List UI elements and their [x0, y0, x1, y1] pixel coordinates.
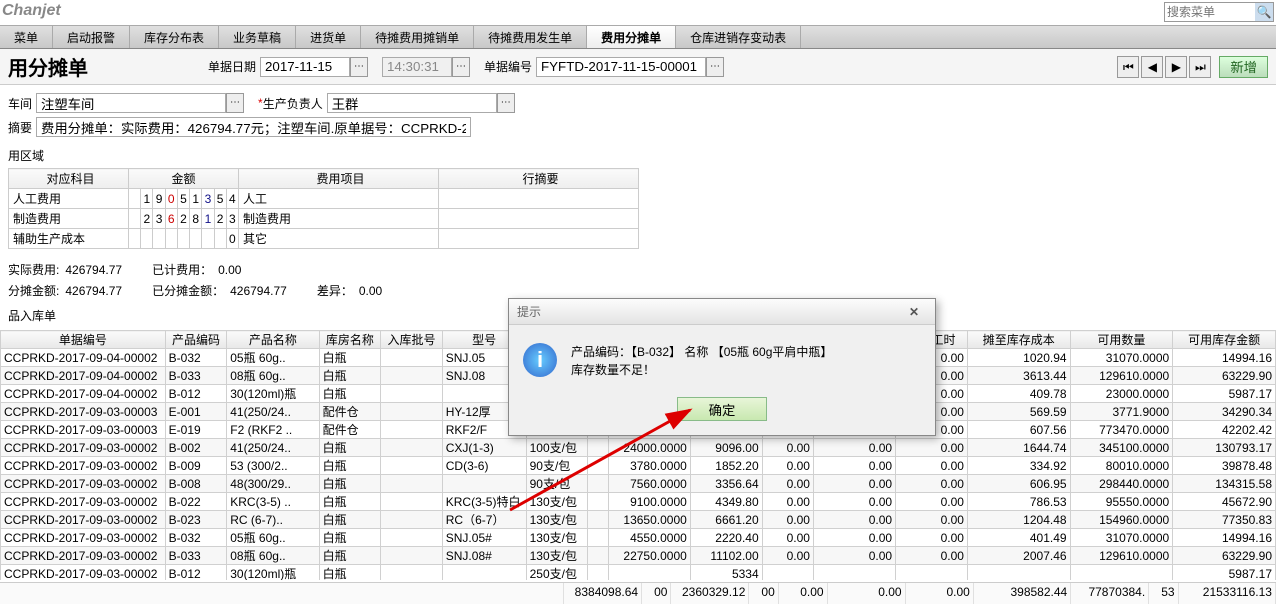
tab-3[interactable]: 业务草稿: [219, 26, 296, 48]
table-row[interactable]: CCPRKD-2017-09-03-00002B-03205瓶 60g..白瓶S…: [1, 529, 1276, 547]
dialog-close-button[interactable]: ✕: [901, 305, 927, 319]
section-fee-area: 用区域: [8, 147, 1268, 164]
code-picker-button[interactable]: ⋯: [706, 57, 724, 77]
table-row[interactable]: CCPRKD-2017-09-03-00002B-03308瓶 60g..白瓶S…: [1, 547, 1276, 565]
search-input[interactable]: [1165, 3, 1255, 21]
time-input: [382, 57, 452, 77]
info-icon: i: [523, 343, 557, 377]
tab-7[interactable]: 费用分摊单: [587, 26, 676, 48]
footer-cell: 00: [642, 583, 671, 604]
label-diff: 差异：: [317, 284, 353, 298]
nav-first-button[interactable]: ⏮: [1117, 56, 1139, 78]
footer-cell: 0.00: [779, 583, 828, 604]
nav-last-button[interactable]: ⏭: [1189, 56, 1211, 78]
fee-row[interactable]: 辅助生产成本0其它: [9, 229, 639, 249]
footer-cell: 53: [1149, 583, 1178, 604]
search-box[interactable]: 🔍: [1164, 2, 1274, 22]
label-date: 单据日期: [208, 58, 256, 75]
label-share-amt: 分摊金额:: [8, 284, 59, 298]
dialog-line1: 产品编码：【B-032】 名称 【05瓶 60g平肩中瓶】: [571, 343, 832, 361]
table-row[interactable]: CCPRKD-2017-09-03-00002B-023RC (6-7)..白瓶…: [1, 511, 1276, 529]
logo: Chanjet: [2, 2, 61, 20]
ok-button[interactable]: 确定: [677, 397, 767, 421]
title-bar: 用分摊单 单据日期 ⋯ ⋯ 单据编号 ⋯ ⏮ ◀ ▶ ⏭ 新增: [0, 49, 1276, 85]
table-row[interactable]: CCPRKD-2017-09-03-00002B-00241(250/24..白…: [1, 439, 1276, 457]
footer-cell: 398582.44: [974, 583, 1071, 604]
footer-cell: 2360329.12: [671, 583, 749, 604]
code-input[interactable]: [536, 57, 706, 77]
tab-2[interactable]: 库存分布表: [130, 26, 219, 48]
date-input[interactable]: [260, 57, 350, 77]
footer-cell: [0, 583, 564, 604]
value-diff: 0.00: [359, 284, 382, 298]
time-button[interactable]: ⋯: [452, 57, 470, 77]
footer-cell: 00: [749, 583, 778, 604]
table-row[interactable]: CCPRKD-2017-09-03-00002B-01230(120ml)瓶白瓶…: [1, 565, 1276, 581]
fee-row[interactable]: 制造费用23628123制造费用: [9, 209, 639, 229]
tab-1[interactable]: 启动报警: [53, 26, 130, 48]
value-done-fee: 0.00: [218, 263, 241, 277]
nav-next-button[interactable]: ▶: [1165, 56, 1187, 78]
label-person: 生产负责人: [263, 95, 323, 112]
label-real-fee: 实际费用:: [8, 263, 59, 277]
footer-totals: 8384098.64002360329.12000.000.000.003985…: [0, 582, 1276, 604]
tab-4[interactable]: 进货单: [296, 26, 361, 48]
value-already-share: 426794.77: [230, 284, 287, 298]
table-row[interactable]: CCPRKD-2017-09-03-00002B-00953 (300/2..白…: [1, 457, 1276, 475]
tab-8[interactable]: 仓库进销存变动表: [676, 26, 801, 48]
tab-0[interactable]: 菜单: [0, 26, 53, 48]
message-dialog: 提示 ✕ i 产品编码：【B-032】 名称 【05瓶 60g平肩中瓶】 库存数…: [508, 298, 936, 436]
fee-table: 对应科目金额费用项目行摘要人工费用19051354人工制造费用23628123制…: [8, 168, 639, 249]
footer-cell: 0.00: [828, 583, 906, 604]
person-picker-button[interactable]: ⋯: [497, 93, 515, 113]
tab-6[interactable]: 待摊费用发生单: [474, 26, 587, 48]
footer-cell: 77870384.: [1071, 583, 1149, 604]
dialog-title: 提示: [517, 303, 541, 320]
fee-row[interactable]: 人工费用19051354人工: [9, 189, 639, 209]
person-input[interactable]: [327, 93, 497, 113]
dialog-line2: 库存数量不足！: [571, 361, 832, 379]
nav-prev-button[interactable]: ◀: [1141, 56, 1163, 78]
table-row[interactable]: CCPRKD-2017-09-03-00002B-00848(300/29..白…: [1, 475, 1276, 493]
page-title: 用分摊单: [8, 52, 88, 81]
search-icon[interactable]: 🔍: [1255, 3, 1273, 21]
footer-cell: 8384098.64: [564, 583, 642, 604]
label-already-share: 已分摊金额：: [152, 284, 224, 298]
workshop-input[interactable]: [36, 93, 226, 113]
new-button[interactable]: 新增: [1219, 56, 1268, 78]
footer-cell: 21533116.13: [1179, 583, 1276, 604]
value-share-amt: 426794.77: [65, 284, 122, 298]
label-code: 单据编号: [484, 58, 532, 75]
value-real-fee: 426794.77: [65, 263, 122, 277]
tab-5[interactable]: 待摊费用摊销单: [361, 26, 474, 48]
summary-input[interactable]: [36, 117, 471, 137]
footer-cell: 0.00: [906, 583, 974, 604]
label-summary: 摘要: [8, 119, 32, 136]
table-row[interactable]: CCPRKD-2017-09-03-00002B-022KRC(3-5) ..白…: [1, 493, 1276, 511]
tab-bar: 菜单启动报警库存分布表业务草稿进货单待摊费用摊销单待摊费用发生单费用分摊单仓库进…: [0, 25, 1276, 49]
label-done-fee: 已计费用：: [152, 263, 212, 277]
date-picker-button[interactable]: ⋯: [350, 57, 368, 77]
workshop-picker-button[interactable]: ⋯: [226, 93, 244, 113]
label-workshop: 车间: [8, 95, 32, 112]
